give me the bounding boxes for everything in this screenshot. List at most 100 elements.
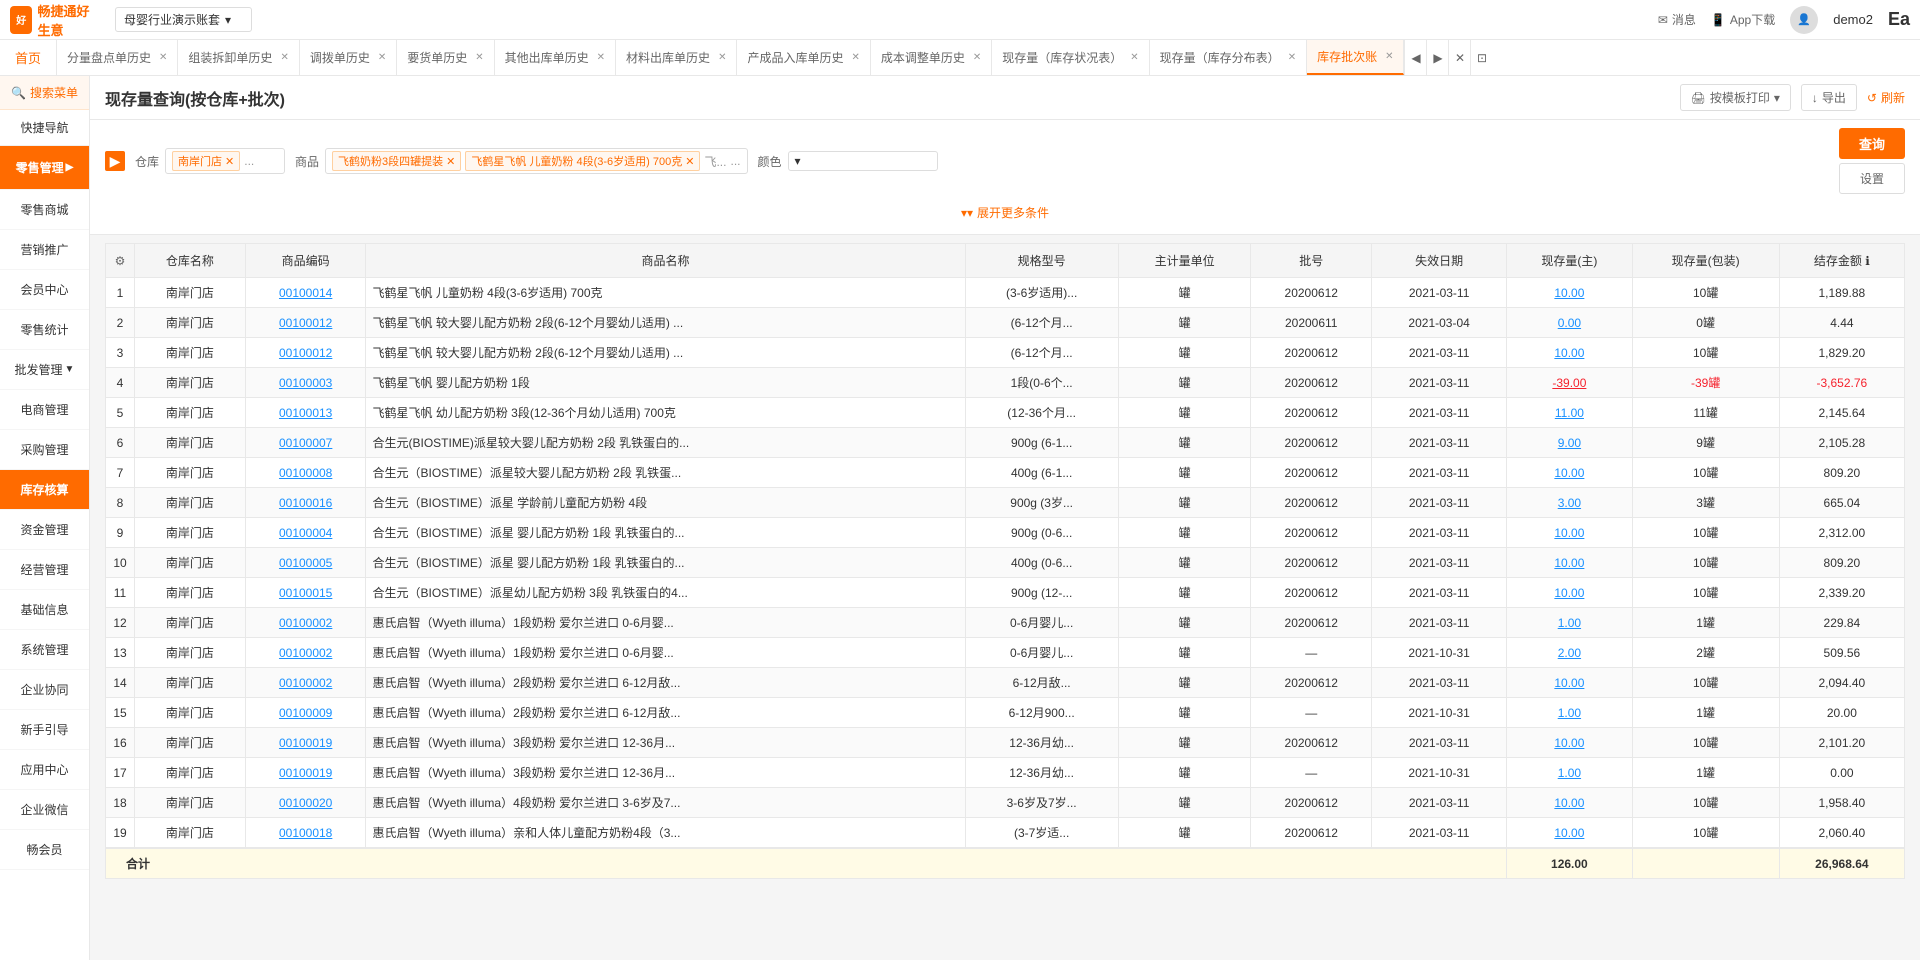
qty-link[interactable]: 0.00 bbox=[1558, 316, 1581, 330]
code-link[interactable]: 00100002 bbox=[279, 676, 332, 690]
code-link[interactable]: 00100007 bbox=[279, 436, 332, 450]
code-link[interactable]: 00100020 bbox=[279, 796, 332, 810]
refresh-btn[interactable]: ↺ 刷新 bbox=[1867, 89, 1905, 106]
code-link[interactable]: 00100016 bbox=[279, 496, 332, 510]
warehouse-tag-close[interactable]: ✕ bbox=[225, 155, 234, 168]
sidebar-item-系统管理[interactable]: 系统管理 bbox=[0, 630, 89, 670]
col-settings-icon[interactable]: ⚙ bbox=[112, 253, 128, 269]
sidebar-item-畅会员[interactable]: 畅会员 bbox=[0, 830, 89, 870]
sidebar-item-应用中心[interactable]: 应用中心 bbox=[0, 750, 89, 790]
qty-link[interactable]: 11.00 bbox=[1555, 406, 1584, 420]
code-link[interactable]: 00100015 bbox=[279, 586, 332, 600]
sidebar-item-营销推广[interactable]: 营销推广 bbox=[0, 230, 89, 270]
tab-close-4[interactable]: ✕ bbox=[597, 52, 605, 63]
settings-btn[interactable]: 设置 bbox=[1839, 163, 1905, 194]
tab-组装拆卸单历史[interactable]: 组装拆卸单历史 ✕ bbox=[178, 40, 299, 75]
code-link[interactable]: 00100018 bbox=[279, 826, 332, 840]
code-link[interactable]: 00100012 bbox=[279, 316, 332, 330]
qty-link[interactable]: 3.00 bbox=[1558, 496, 1581, 510]
message-btn[interactable]: ✉ 消息 bbox=[1658, 11, 1696, 28]
sidebar-item-会员中心[interactable]: 会员中心 bbox=[0, 270, 89, 310]
qty-link[interactable]: 1.00 bbox=[1558, 766, 1581, 780]
tab-close-6[interactable]: ✕ bbox=[851, 52, 859, 63]
sidebar-item-资金管理[interactable]: 资金管理 bbox=[0, 510, 89, 550]
tab-其他出库单历史[interactable]: 其他出库单历史 ✕ bbox=[495, 40, 616, 75]
tab-close-10[interactable]: ✕ bbox=[1385, 51, 1393, 62]
qty-link[interactable]: 10.00 bbox=[1554, 796, 1584, 810]
code-link[interactable]: 00100013 bbox=[279, 406, 332, 420]
tab-库存批次账[interactable]: 库存批次账 ✕ bbox=[1307, 40, 1404, 75]
tab-close-3[interactable]: ✕ bbox=[475, 52, 483, 63]
tab-close-0[interactable]: ✕ bbox=[159, 52, 167, 63]
query-btn[interactable]: 查询 bbox=[1839, 128, 1905, 159]
export-btn[interactable]: ↓ 导出 bbox=[1801, 84, 1857, 111]
qty-link[interactable]: 10.00 bbox=[1554, 736, 1584, 750]
expand-arrow-btn[interactable]: ▶ bbox=[105, 151, 125, 171]
qty-link[interactable]: 10.00 bbox=[1554, 346, 1584, 360]
code-link[interactable]: 00100019 bbox=[279, 766, 332, 780]
sidebar-item-零售商城[interactable]: 零售商城 bbox=[0, 190, 89, 230]
tab-close-8[interactable]: ✕ bbox=[1130, 52, 1138, 63]
tab-settings-btn[interactable]: ⊡ bbox=[1470, 40, 1492, 75]
product-tag-close-0[interactable]: ✕ bbox=[446, 155, 455, 168]
code-link[interactable]: 00100002 bbox=[279, 646, 332, 660]
qty-link[interactable]: 2.00 bbox=[1558, 646, 1581, 660]
code-link[interactable]: 00100004 bbox=[279, 526, 332, 540]
sidebar-item-批发管理[interactable]: 批发管理 ▼ bbox=[0, 350, 89, 390]
qty-link[interactable]: -39.00 bbox=[1552, 376, 1586, 390]
sidebar-item-电商管理[interactable]: 电商管理 bbox=[0, 390, 89, 430]
color-filter[interactable]: ▾ bbox=[788, 151, 938, 171]
tab-close-9[interactable]: ✕ bbox=[1288, 52, 1296, 63]
tab-现存量库存状况表[interactable]: 现存量（库存状况表） ✕ bbox=[992, 40, 1149, 75]
sidebar-item-基础信息[interactable]: 基础信息 bbox=[0, 590, 89, 630]
sidebar-item-企业微信[interactable]: 企业微信 bbox=[0, 790, 89, 830]
tab-close-1[interactable]: ✕ bbox=[280, 52, 288, 63]
sidebar-item-零售统计[interactable]: 零售统计 bbox=[0, 310, 89, 350]
app-download-btn[interactable]: 📱 App下载 bbox=[1711, 11, 1775, 28]
sidebar-item-企业协同[interactable]: 企业协同 bbox=[0, 670, 89, 710]
tab-产成品入库单历史[interactable]: 产成品入库单历史 ✕ bbox=[737, 40, 870, 75]
code-link[interactable]: 00100002 bbox=[279, 616, 332, 630]
code-link[interactable]: 00100003 bbox=[279, 376, 332, 390]
tab-成本调整单历史[interactable]: 成本调整单历史 ✕ bbox=[871, 40, 992, 75]
sidebar-item-零售管理[interactable]: 零售管理 ▶ bbox=[0, 146, 89, 190]
qty-link[interactable]: 10.00 bbox=[1554, 826, 1584, 840]
sidebar-search[interactable]: 🔍 搜索菜单 bbox=[0, 76, 89, 110]
code-link[interactable]: 00100005 bbox=[279, 556, 332, 570]
sidebar-quick-nav[interactable]: 快捷导航 bbox=[0, 110, 89, 146]
tab-要货单历史[interactable]: 要货单历史 ✕ bbox=[397, 40, 494, 75]
tab-调拨单历史[interactable]: 调拨单历史 ✕ bbox=[300, 40, 397, 75]
tab-分量盘点单历史[interactable]: 分量盘点单历史 ✕ bbox=[57, 40, 178, 75]
industry-select[interactable]: 母婴行业演示账套 ▾ bbox=[115, 7, 252, 32]
qty-link[interactable]: 10.00 bbox=[1554, 286, 1584, 300]
code-link[interactable]: 00100012 bbox=[279, 346, 332, 360]
product-tag-close-1[interactable]: ✕ bbox=[685, 155, 694, 168]
tab-close-all-btn[interactable]: ✕ bbox=[1448, 40, 1470, 75]
qty-link[interactable]: 10.00 bbox=[1554, 586, 1584, 600]
qty-link[interactable]: 1.00 bbox=[1558, 706, 1581, 720]
warehouse-filter[interactable]: 南岸门店 ✕ ... bbox=[165, 148, 285, 174]
qty-link[interactable]: 10.00 bbox=[1554, 556, 1584, 570]
sidebar-item-库存核算[interactable]: 库存核算 bbox=[0, 470, 89, 510]
tab-home[interactable]: 首页 bbox=[0, 40, 57, 75]
sidebar-item-新手引导[interactable]: 新手引导 bbox=[0, 710, 89, 750]
avatar[interactable]: 👤 bbox=[1790, 6, 1818, 34]
sidebar-item-经营管理[interactable]: 经营管理 bbox=[0, 550, 89, 590]
sidebar-item-采购管理[interactable]: 采购管理 bbox=[0, 430, 89, 470]
tab-现存量库存分布表[interactable]: 现存量（库存分布表） ✕ bbox=[1150, 40, 1307, 75]
qty-link[interactable]: 9.00 bbox=[1558, 436, 1581, 450]
product-filter[interactable]: 飞鹤奶粉3段四罐提装 ✕ 飞鹤星飞帆 儿童奶粉 4段(3-6岁适用) 700克 … bbox=[325, 148, 747, 174]
tab-next-btn[interactable]: ▶ bbox=[1426, 40, 1448, 75]
tab-材料出库单历史[interactable]: 材料出库单历史 ✕ bbox=[616, 40, 737, 75]
code-link[interactable]: 00100009 bbox=[279, 706, 332, 720]
tab-close-2[interactable]: ✕ bbox=[378, 52, 386, 63]
expand-more-btn[interactable]: ▾▾ 展开更多条件 bbox=[105, 199, 1905, 226]
code-link[interactable]: 00100014 bbox=[279, 286, 332, 300]
tab-close-7[interactable]: ✕ bbox=[973, 52, 981, 63]
tab-prev-btn[interactable]: ◀ bbox=[1404, 40, 1426, 75]
qty-link[interactable]: 1.00 bbox=[1558, 616, 1581, 630]
code-link[interactable]: 00100008 bbox=[279, 466, 332, 480]
tab-close-5[interactable]: ✕ bbox=[718, 52, 726, 63]
print-btn[interactable]: 🖨 按模板打印 ▾ bbox=[1680, 84, 1791, 111]
qty-link[interactable]: 10.00 bbox=[1554, 526, 1584, 540]
